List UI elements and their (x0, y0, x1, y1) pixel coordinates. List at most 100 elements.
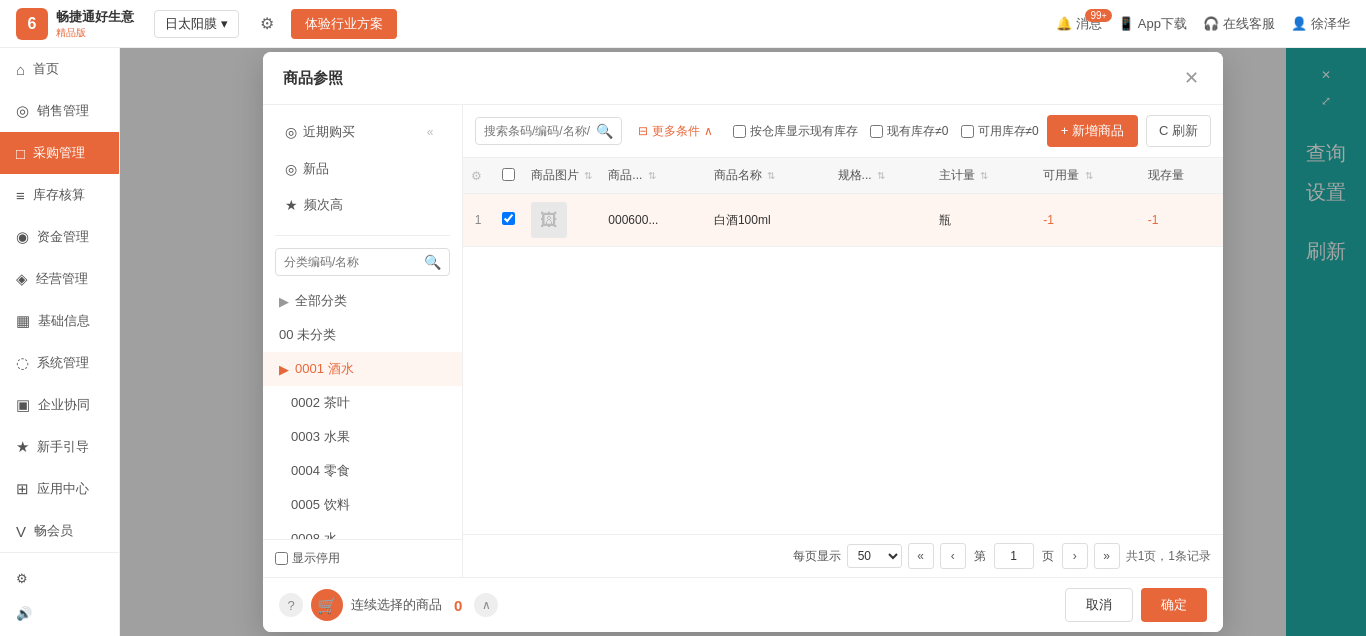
th-unit-label: 主计量 (939, 168, 975, 182)
sidebar-label-guide: 新手引导 (37, 438, 89, 456)
cb-available-label[interactable]: 现有库存≠0 (870, 123, 948, 140)
category-item-0008[interactable]: 0008 水 (263, 522, 462, 539)
last-page-btn[interactable]: » (1094, 543, 1120, 569)
show-disabled-input[interactable] (275, 552, 288, 565)
settings-btn[interactable]: ⚙ (0, 561, 119, 596)
volume-btn[interactable]: 🔊 (0, 596, 119, 631)
help-button[interactable]: ? (279, 593, 303, 617)
left-panel-collapse-btn[interactable]: « (420, 122, 440, 142)
search-icon[interactable]: 🔍 (424, 254, 441, 270)
online-service-btn[interactable]: 🎧 在线客服 (1203, 15, 1275, 33)
show-disabled-checkbox[interactable]: 显示停用 (275, 550, 340, 567)
tab-new-products[interactable]: ◎ 新品 (275, 153, 450, 185)
tab-recent-purchase[interactable]: ◎ 近期购买 « (275, 115, 450, 149)
brand-info: 畅捷通好生意 精品版 (56, 8, 134, 40)
row-spec (830, 194, 931, 247)
refresh-button[interactable]: C 刷新 (1146, 115, 1211, 147)
cb-available-text: 现有库存≠0 (887, 123, 948, 140)
category-item-all[interactable]: ▶ 全部分类 (263, 284, 462, 318)
sort-icon-image: ⇅ (584, 170, 592, 181)
messages-btn[interactable]: 🔔 消息 99+ (1056, 15, 1102, 33)
cb-usable[interactable] (961, 125, 974, 138)
footer-right-btns: 取消 确定 (1065, 588, 1207, 622)
sidebar-item-basic[interactable]: ▦ 基础信息 (0, 300, 119, 342)
row-checkbox[interactable] (502, 212, 515, 225)
sidebar-item-member[interactable]: V 畅会员 (0, 510, 119, 552)
cart-button[interactable]: 🛒 (311, 589, 343, 621)
search-submit-icon[interactable]: 🔍 (596, 123, 613, 139)
cb-warehouse[interactable] (733, 125, 746, 138)
category-label-0003: 0003 水果 (291, 428, 350, 446)
row-available: -1 (1035, 194, 1139, 247)
dialog-close-button[interactable]: ✕ (1179, 66, 1203, 90)
next-page-btn[interactable]: › (1062, 543, 1088, 569)
sidebar-label-inventory: 库存核算 (33, 186, 85, 204)
category-item-00[interactable]: 00 未分类 (263, 318, 462, 352)
product-search-box: 🔍 (475, 117, 622, 145)
sidebar-item-sales[interactable]: ◎ 销售管理 (0, 90, 119, 132)
sidebar-item-guide[interactable]: ★ 新手引导 (0, 426, 119, 468)
filter-checkboxes: 按仓库显示现有库存 现有库存≠0 可用库存≠0 (733, 123, 1039, 140)
category-item-0002[interactable]: 0002 茶叶 (263, 386, 462, 420)
sort-icon-spec: ⇅ (877, 170, 885, 181)
user-avatar[interactable]: 👤 徐泽华 (1291, 15, 1350, 33)
sort-icon-code: ⇅ (648, 170, 656, 181)
product-thumbnail: 🖼 (531, 202, 567, 238)
category-search-input[interactable] (284, 255, 418, 269)
add-product-button[interactable]: + 新增商品 (1047, 115, 1138, 147)
sidebar-item-purchase[interactable]: □ 采购管理 (0, 132, 119, 174)
first-page-btn[interactable]: « (908, 543, 934, 569)
cancel-button[interactable]: 取消 (1065, 588, 1133, 622)
category-item-0003[interactable]: 0003 水果 (263, 420, 462, 454)
headset-icon: 🎧 (1203, 16, 1219, 31)
logo-icon: 6 (16, 8, 48, 40)
category-item-0004[interactable]: 0004 零食 (263, 454, 462, 488)
category-item-0001[interactable]: ▶ 0001 酒水 (263, 352, 462, 386)
main-area: ✕ ⤢ 查询 设置 刷新 商品参照 ✕ ◎ 近期购买 (120, 48, 1366, 636)
sidebar-item-home[interactable]: ⌂ 首页 (0, 48, 119, 90)
th-stock-label: 现存量 (1148, 168, 1184, 182)
th-checkbox (493, 158, 523, 194)
footer-collapse-btn[interactable]: ∧ (474, 593, 498, 617)
cb-usable-label[interactable]: 可用库存≠0 (961, 123, 1039, 140)
filter-more-btn[interactable]: ⊟ 更多条件 ∧ (630, 119, 721, 144)
sidebar-item-apps[interactable]: ⊞ 应用中心 (0, 468, 119, 510)
store-selector[interactable]: 日太阳膜 ▾ (154, 10, 239, 38)
table-row[interactable]: 1 🖼 000600... 白酒100ml 瓶 -1 -1 (463, 194, 1223, 247)
sidebar-item-finance[interactable]: ◉ 资金管理 (0, 216, 119, 258)
sidebar-label-enterprise: 企业协同 (38, 396, 90, 414)
product-search-input[interactable] (484, 124, 590, 138)
confirm-button[interactable]: 确定 (1141, 588, 1207, 622)
gear-button[interactable]: ⚙ (251, 8, 283, 40)
cb-warehouse-text: 按仓库显示现有库存 (750, 123, 858, 140)
tab-new-label: 新品 (303, 160, 329, 178)
th-image-label: 商品图片 (531, 168, 579, 182)
app-download-btn[interactable]: 📱 App下载 (1118, 15, 1187, 33)
sidebar-item-system[interactable]: ◌ 系统管理 (0, 342, 119, 384)
cb-available[interactable] (870, 125, 883, 138)
prev-page-btn[interactable]: ‹ (940, 543, 966, 569)
sidebar-label-system: 系统管理 (37, 354, 89, 372)
sidebar-item-operations[interactable]: ◈ 经营管理 (0, 258, 119, 300)
tab-frequent[interactable]: ★ 频次高 (275, 189, 450, 221)
tab-recent-label: 近期购买 (303, 123, 355, 141)
sales-icon: ◎ (16, 102, 29, 120)
category-item-0005[interactable]: 0005 饮料 (263, 488, 462, 522)
trial-btn[interactable]: 体验行业方案 (291, 9, 397, 39)
select-all-checkbox[interactable] (502, 168, 515, 181)
sidebar-item-inventory[interactable]: ≡ 库存核算 (0, 174, 119, 216)
row-checkbox-cell[interactable] (493, 194, 523, 247)
messages-badge: 99+ (1085, 9, 1111, 22)
pagination-area: 每页显示 50 10 20 100 « ‹ 第 页 › » (463, 534, 1223, 577)
dialog-body: ◎ 近期购买 « ◎ 新品 ★ 频次高 (263, 105, 1223, 577)
sidebar-label-finance: 资金管理 (37, 228, 89, 246)
sidebar-item-enterprise[interactable]: ▣ 企业协同 (0, 384, 119, 426)
cart-count: 0 (454, 597, 462, 614)
page-number-input[interactable] (994, 543, 1034, 569)
settings-icon: ⚙ (16, 571, 28, 586)
row-code: 000600... (600, 194, 706, 247)
system-icon: ◌ (16, 354, 29, 372)
page-size-select[interactable]: 50 10 20 100 (847, 544, 902, 568)
cb-warehouse-label[interactable]: 按仓库显示现有库存 (733, 123, 858, 140)
finance-icon: ◉ (16, 228, 29, 246)
